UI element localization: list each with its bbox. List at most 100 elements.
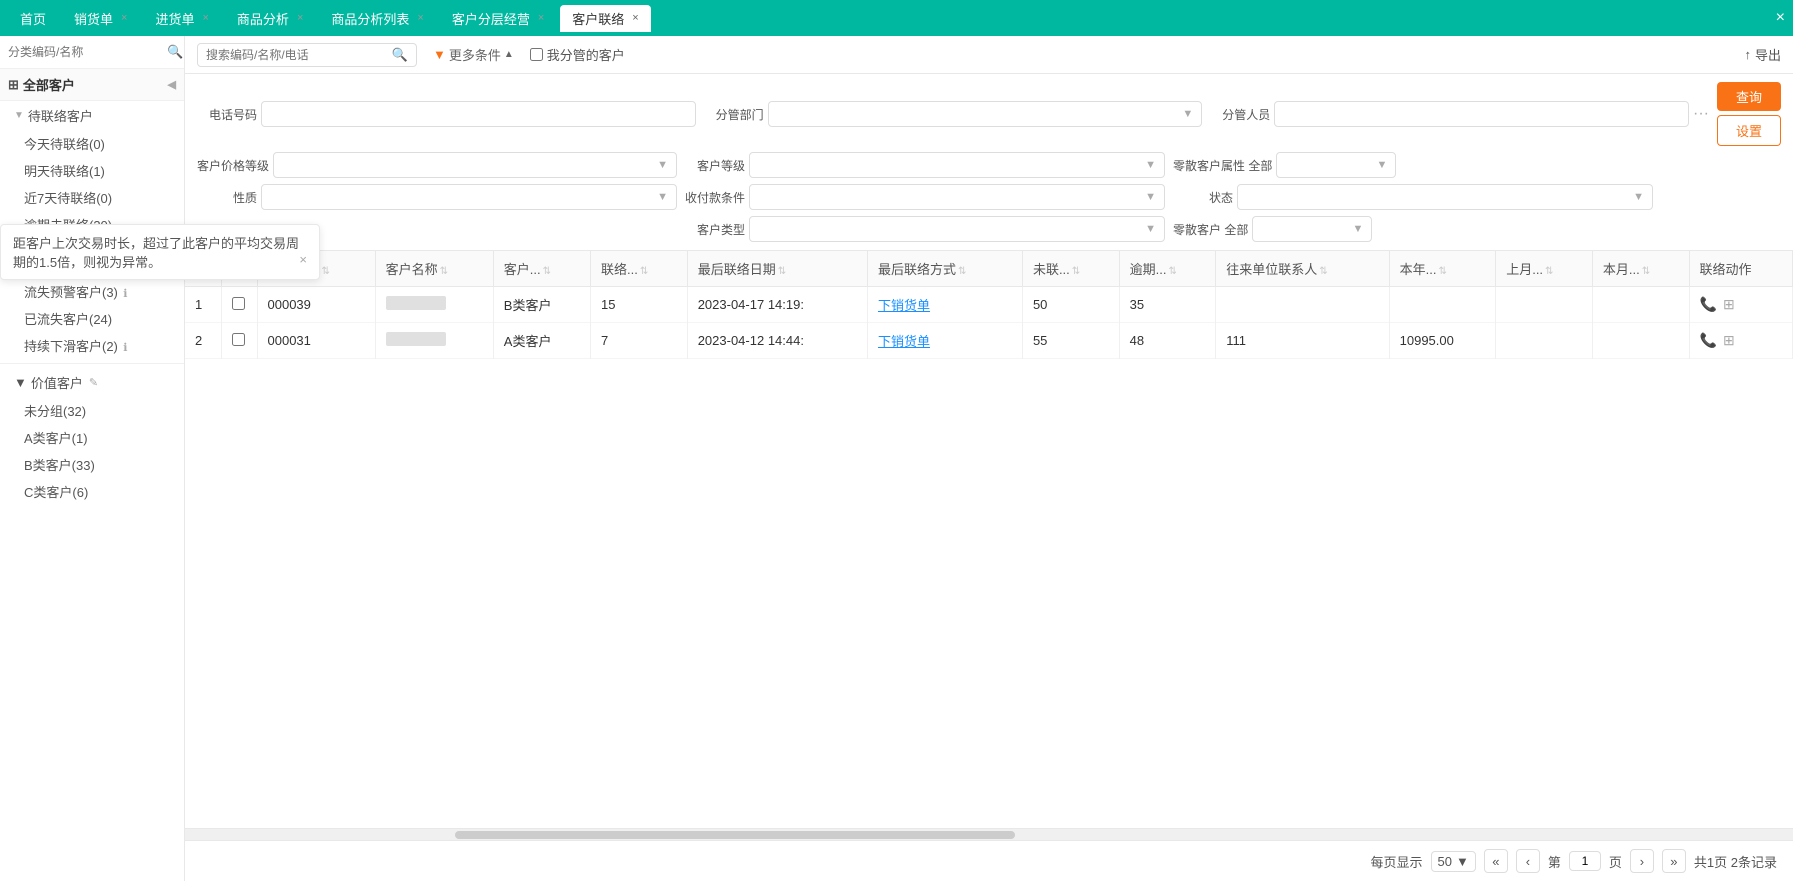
keep-declining-info-icon[interactable]: ℹ	[123, 342, 127, 354]
cell-contact-person: 111	[1216, 323, 1389, 359]
search-icon-btn[interactable]: 🔍	[392, 47, 408, 63]
first-page-btn[interactable]: «	[1484, 849, 1508, 873]
sidebar-item-b-class[interactable]: B类客户(33)	[0, 451, 184, 478]
cell-checkbox[interactable]	[221, 287, 257, 323]
page-number-input[interactable]	[1569, 851, 1601, 871]
nav-tab-home[interactable]: 首页	[8, 5, 58, 32]
sidebar-item-lost-preview[interactable]: 流失预警客户(3) ℹ	[0, 278, 184, 305]
nav-tab-analysis[interactable]: 商品分析 ×	[225, 5, 315, 32]
prev-page-btn[interactable]: ‹	[1516, 849, 1540, 873]
th-last-month[interactable]: 上月...⇅	[1496, 251, 1593, 287]
last-method-link[interactable]: 下销货单	[878, 334, 930, 349]
sparse-customer-label: 零散客户 全部	[1173, 221, 1248, 238]
more-conditions-button[interactable]: ▼ 更多条件 ▲	[425, 42, 522, 67]
value-customers-group[interactable]: ▼ 价值客户 ✎	[0, 368, 184, 397]
row-checkbox[interactable]	[232, 333, 245, 346]
nav-tab-customer-contact-close[interactable]: ×	[632, 12, 638, 24]
value-customers-edit-icon[interactable]: ✎	[89, 376, 98, 389]
sparse-attr-select[interactable]: ▼	[1276, 152, 1396, 178]
nav-tab-analysis-label: 商品分析	[237, 9, 289, 28]
sidebar-item-7days[interactable]: 近7天待联络(0)	[0, 184, 184, 211]
nav-tab-sales-close[interactable]: ×	[121, 12, 127, 24]
action-grid-icon[interactable]: ⊞	[1723, 332, 1735, 349]
th-last-contact-method[interactable]: 最后联络方式⇅	[867, 251, 1022, 287]
cell-last-method[interactable]: 下销货单	[867, 323, 1022, 359]
sidebar-item-7days-label: 近7天待联络(0)	[24, 191, 112, 206]
nav-tab-purchase[interactable]: 进货单 ×	[143, 5, 220, 32]
search-input[interactable]	[206, 48, 388, 62]
last-page-btn[interactable]: »	[1662, 849, 1686, 873]
th-contact-person[interactable]: 往来单位联系人⇅	[1216, 251, 1389, 287]
nav-tab-sales[interactable]: 销货单 ×	[62, 5, 139, 32]
price-level-label: 客户价格等级	[197, 157, 269, 174]
dept-select[interactable]: ▼	[768, 101, 1203, 127]
customer-type-select[interactable]: ▼	[749, 216, 1165, 242]
nature-select[interactable]: ▼	[261, 184, 677, 210]
customer-level-select[interactable]: ▼	[749, 152, 1165, 178]
sidebar-item-ungroup[interactable]: 未分组(32)	[0, 397, 184, 424]
row-checkbox[interactable]	[232, 297, 245, 310]
manager-dots-btn[interactable]: ···	[1693, 105, 1709, 123]
th-overdue[interactable]: 逾期...⇅	[1119, 251, 1216, 287]
dept-label: 分管部门	[704, 106, 764, 123]
phone-input[interactable]	[261, 101, 696, 127]
last-method-link[interactable]: 下销货单	[878, 298, 930, 313]
th-this-year[interactable]: 本年...⇅	[1389, 251, 1496, 287]
table-row: 1 000039 B类客户 15 2023-04-17 14:19: 下销货单 …	[185, 287, 1793, 323]
sparse-customer-select[interactable]: ▼	[1252, 216, 1372, 242]
sidebar-search-input[interactable]	[8, 45, 163, 59]
nav-tab-customer-contact-label: 客户联络	[572, 9, 624, 28]
sidebar-item-c-class[interactable]: C类客户(6)	[0, 478, 184, 505]
action-phone-icon[interactable]: 📞	[1700, 332, 1717, 349]
page-size-select[interactable]: 50 ▼	[1431, 851, 1476, 872]
tooltip-close-icon[interactable]: ×	[299, 252, 307, 267]
scrollbar-thumb[interactable]	[455, 831, 1015, 839]
nav-tab-customer-contact[interactable]: 客户联络 ×	[560, 5, 650, 32]
sidebar-item-a-class[interactable]: A类客户(1)	[0, 424, 184, 451]
next-page-btn[interactable]: ›	[1630, 849, 1654, 873]
cell-checkbox[interactable]	[221, 323, 257, 359]
nav-tab-analysis-list-close[interactable]: ×	[417, 12, 423, 24]
my-customer-checkbox[interactable]	[530, 48, 543, 61]
price-level-select[interactable]: ▼	[273, 152, 677, 178]
manager-input[interactable]	[1274, 101, 1689, 127]
sidebar-item-tomorrow[interactable]: 明天待联络(1)	[0, 157, 184, 184]
nav-tab-analysis-close[interactable]: ×	[297, 12, 303, 24]
th-un-contacted[interactable]: 未联...⇅	[1022, 251, 1119, 287]
query-button[interactable]: 查询	[1717, 82, 1781, 111]
status-select[interactable]: ▼	[1237, 184, 1653, 210]
sidebar-item-keep-declining[interactable]: 持续下滑客户(2) ℹ	[0, 332, 184, 359]
table-header-row: ⚙ 客户编码⇅ 客户名称⇅ 客户...⇅ 联络...⇅ 最后联络日期⇅ 最后联络…	[185, 251, 1793, 287]
th-last-contact-date[interactable]: 最后联络日期⇅	[687, 251, 867, 287]
sidebar-item-already-lost[interactable]: 已流失客户(24)	[0, 305, 184, 332]
setting-button[interactable]: 设置	[1717, 115, 1781, 146]
sidebar-search-icon[interactable]: 🔍	[167, 44, 183, 60]
sidebar-divider-2	[0, 363, 184, 364]
pending-contact-group[interactable]: ▼ 待联络客户	[0, 101, 184, 130]
manager-label: 分管人员	[1210, 106, 1270, 123]
customer-type-label: 客户类型	[685, 221, 745, 238]
th-level[interactable]: 客户...⇅	[493, 251, 590, 287]
lost-preview-info-icon[interactable]: ℹ	[123, 288, 127, 300]
horizontal-scrollbar[interactable]	[185, 828, 1793, 840]
payment-select[interactable]: ▼	[749, 184, 1165, 210]
cell-last-month	[1496, 287, 1593, 323]
my-customer-checkbox-group[interactable]: 我分管的客户	[530, 45, 625, 64]
th-contact-count[interactable]: 联络...⇅	[591, 251, 688, 287]
export-button[interactable]: ↑ 导出	[1744, 45, 1781, 64]
nav-tab-purchase-close[interactable]: ×	[202, 12, 208, 24]
action-phone-icon[interactable]: 📞	[1700, 296, 1717, 313]
th-name[interactable]: 客户名称⇅	[375, 251, 493, 287]
cell-last-method[interactable]: 下销货单	[867, 287, 1022, 323]
window-close-button[interactable]: ×	[1776, 9, 1785, 27]
th-this-month[interactable]: 本月...⇅	[1592, 251, 1689, 287]
filter-row-1: 电话号码 分管部门 ▼ 分管人员 ··· 查询 设置	[197, 82, 1781, 146]
cell-level: A类客户	[493, 323, 590, 359]
nav-tab-analysis-list[interactable]: 商品分析列表 ×	[319, 5, 435, 32]
all-customers-header[interactable]: ⊞ 全部客户 ◀	[0, 69, 184, 101]
sidebar-item-today[interactable]: 今天待联络(0)	[0, 130, 184, 157]
nav-tab-sales-label: 销货单	[74, 9, 113, 28]
action-grid-icon[interactable]: ⊞	[1723, 296, 1735, 313]
nav-tab-customer-tier[interactable]: 客户分层经营 ×	[440, 5, 556, 32]
nav-tab-customer-tier-close[interactable]: ×	[538, 12, 544, 24]
